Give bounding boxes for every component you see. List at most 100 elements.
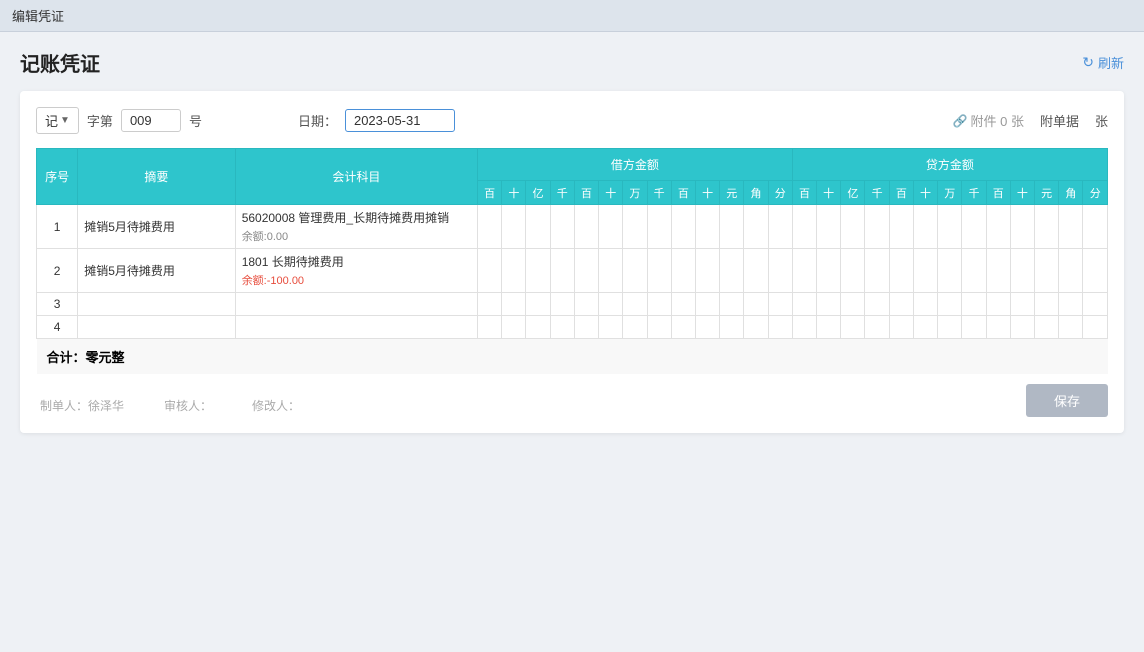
credit-digit-cell[interactable] — [1010, 249, 1034, 293]
debit-digit-cell[interactable] — [744, 249, 768, 293]
summary-cell[interactable] — [78, 316, 236, 339]
debit-digit-cell[interactable] — [768, 205, 792, 249]
debit-digit-cell[interactable] — [574, 316, 598, 339]
credit-digit-cell[interactable] — [792, 316, 816, 339]
debit-digit-cell[interactable] — [477, 205, 501, 249]
debit-digit-cell[interactable] — [502, 249, 526, 293]
debit-digit-cell[interactable] — [599, 249, 623, 293]
debit-digit-cell[interactable] — [720, 205, 744, 249]
credit-digit-cell[interactable] — [1059, 205, 1083, 249]
debit-digit-cell[interactable] — [550, 205, 574, 249]
debit-digit-cell[interactable] — [768, 293, 792, 316]
debit-digit-cell[interactable] — [647, 316, 671, 339]
summary-cell[interactable] — [78, 293, 236, 316]
credit-digit-cell[interactable] — [938, 293, 962, 316]
credit-digit-cell[interactable] — [913, 293, 937, 316]
credit-digit-cell[interactable] — [841, 205, 865, 249]
save-button[interactable]: 保存 — [1026, 384, 1108, 417]
debit-digit-cell[interactable] — [502, 205, 526, 249]
debit-digit-cell[interactable] — [623, 249, 647, 293]
credit-digit-cell[interactable] — [938, 205, 962, 249]
debit-digit-cell[interactable] — [744, 316, 768, 339]
debit-digit-cell[interactable] — [695, 293, 719, 316]
debit-digit-cell[interactable] — [695, 205, 719, 249]
credit-digit-cell[interactable] — [986, 249, 1010, 293]
debit-digit-cell[interactable] — [599, 293, 623, 316]
credit-digit-cell[interactable] — [865, 249, 889, 293]
credit-digit-cell[interactable] — [913, 316, 937, 339]
credit-digit-cell[interactable] — [913, 205, 937, 249]
debit-digit-cell[interactable] — [744, 293, 768, 316]
debit-digit-cell[interactable] — [550, 249, 574, 293]
credit-digit-cell[interactable] — [962, 249, 986, 293]
summary-cell[interactable]: 摊销5月待摊费用 — [78, 205, 236, 249]
attach-link[interactable]: 🔗 附件 0 张 — [953, 111, 1024, 130]
debit-digit-cell[interactable] — [720, 316, 744, 339]
debit-digit-cell[interactable] — [647, 249, 671, 293]
debit-digit-cell[interactable] — [550, 293, 574, 316]
debit-digit-cell[interactable] — [574, 205, 598, 249]
credit-digit-cell[interactable] — [986, 205, 1010, 249]
debit-digit-cell[interactable] — [720, 293, 744, 316]
credit-digit-cell[interactable] — [889, 205, 913, 249]
account-cell[interactable]: 56020008 管理费用_长期待摊费用摊销余额:0.00 — [235, 205, 477, 249]
debit-digit-cell[interactable] — [744, 205, 768, 249]
credit-digit-cell[interactable] — [962, 205, 986, 249]
debit-digit-cell[interactable] — [671, 205, 695, 249]
credit-digit-cell[interactable] — [792, 205, 816, 249]
credit-digit-cell[interactable] — [1059, 293, 1083, 316]
debit-digit-cell[interactable] — [599, 316, 623, 339]
refresh-button[interactable]: ↻ 刷新 — [1082, 53, 1124, 72]
credit-digit-cell[interactable] — [1010, 293, 1034, 316]
credit-digit-cell[interactable] — [865, 205, 889, 249]
credit-digit-cell[interactable] — [817, 249, 841, 293]
debit-digit-cell[interactable] — [671, 249, 695, 293]
debit-digit-cell[interactable] — [671, 316, 695, 339]
debit-digit-cell[interactable] — [768, 316, 792, 339]
credit-digit-cell[interactable] — [817, 316, 841, 339]
debit-digit-cell[interactable] — [477, 293, 501, 316]
date-input[interactable] — [345, 109, 455, 132]
debit-digit-cell[interactable] — [526, 316, 550, 339]
debit-digit-cell[interactable] — [720, 249, 744, 293]
credit-digit-cell[interactable] — [986, 316, 1010, 339]
debit-digit-cell[interactable] — [526, 249, 550, 293]
credit-digit-cell[interactable] — [841, 316, 865, 339]
credit-digit-cell[interactable] — [889, 316, 913, 339]
credit-digit-cell[interactable] — [817, 205, 841, 249]
debit-digit-cell[interactable] — [574, 293, 598, 316]
credit-digit-cell[interactable] — [1035, 316, 1059, 339]
credit-digit-cell[interactable] — [841, 293, 865, 316]
credit-digit-cell[interactable] — [792, 293, 816, 316]
credit-digit-cell[interactable] — [792, 249, 816, 293]
debit-digit-cell[interactable] — [647, 293, 671, 316]
debit-digit-cell[interactable] — [477, 249, 501, 293]
credit-digit-cell[interactable] — [1035, 293, 1059, 316]
credit-digit-cell[interactable] — [962, 293, 986, 316]
credit-digit-cell[interactable] — [962, 316, 986, 339]
credit-digit-cell[interactable] — [889, 293, 913, 316]
voucher-type-button[interactable]: 记 ▼ — [36, 107, 79, 134]
debit-digit-cell[interactable] — [671, 293, 695, 316]
debit-digit-cell[interactable] — [574, 249, 598, 293]
debit-digit-cell[interactable] — [550, 316, 574, 339]
debit-digit-cell[interactable] — [502, 316, 526, 339]
credit-digit-cell[interactable] — [913, 249, 937, 293]
debit-digit-cell[interactable] — [526, 205, 550, 249]
account-cell[interactable] — [235, 293, 477, 316]
debit-digit-cell[interactable] — [599, 205, 623, 249]
credit-digit-cell[interactable] — [1035, 205, 1059, 249]
debit-digit-cell[interactable] — [623, 316, 647, 339]
debit-digit-cell[interactable] — [623, 205, 647, 249]
credit-digit-cell[interactable] — [817, 293, 841, 316]
account-cell[interactable] — [235, 316, 477, 339]
debit-digit-cell[interactable] — [768, 249, 792, 293]
credit-digit-cell[interactable] — [865, 316, 889, 339]
credit-digit-cell[interactable] — [1059, 316, 1083, 339]
account-cell[interactable]: 1801 长期待摊费用余额:-100.00 — [235, 249, 477, 293]
debit-digit-cell[interactable] — [502, 293, 526, 316]
voucher-no-input[interactable] — [121, 109, 181, 132]
credit-digit-cell[interactable] — [1083, 205, 1108, 249]
credit-digit-cell[interactable] — [986, 293, 1010, 316]
credit-digit-cell[interactable] — [1083, 293, 1108, 316]
